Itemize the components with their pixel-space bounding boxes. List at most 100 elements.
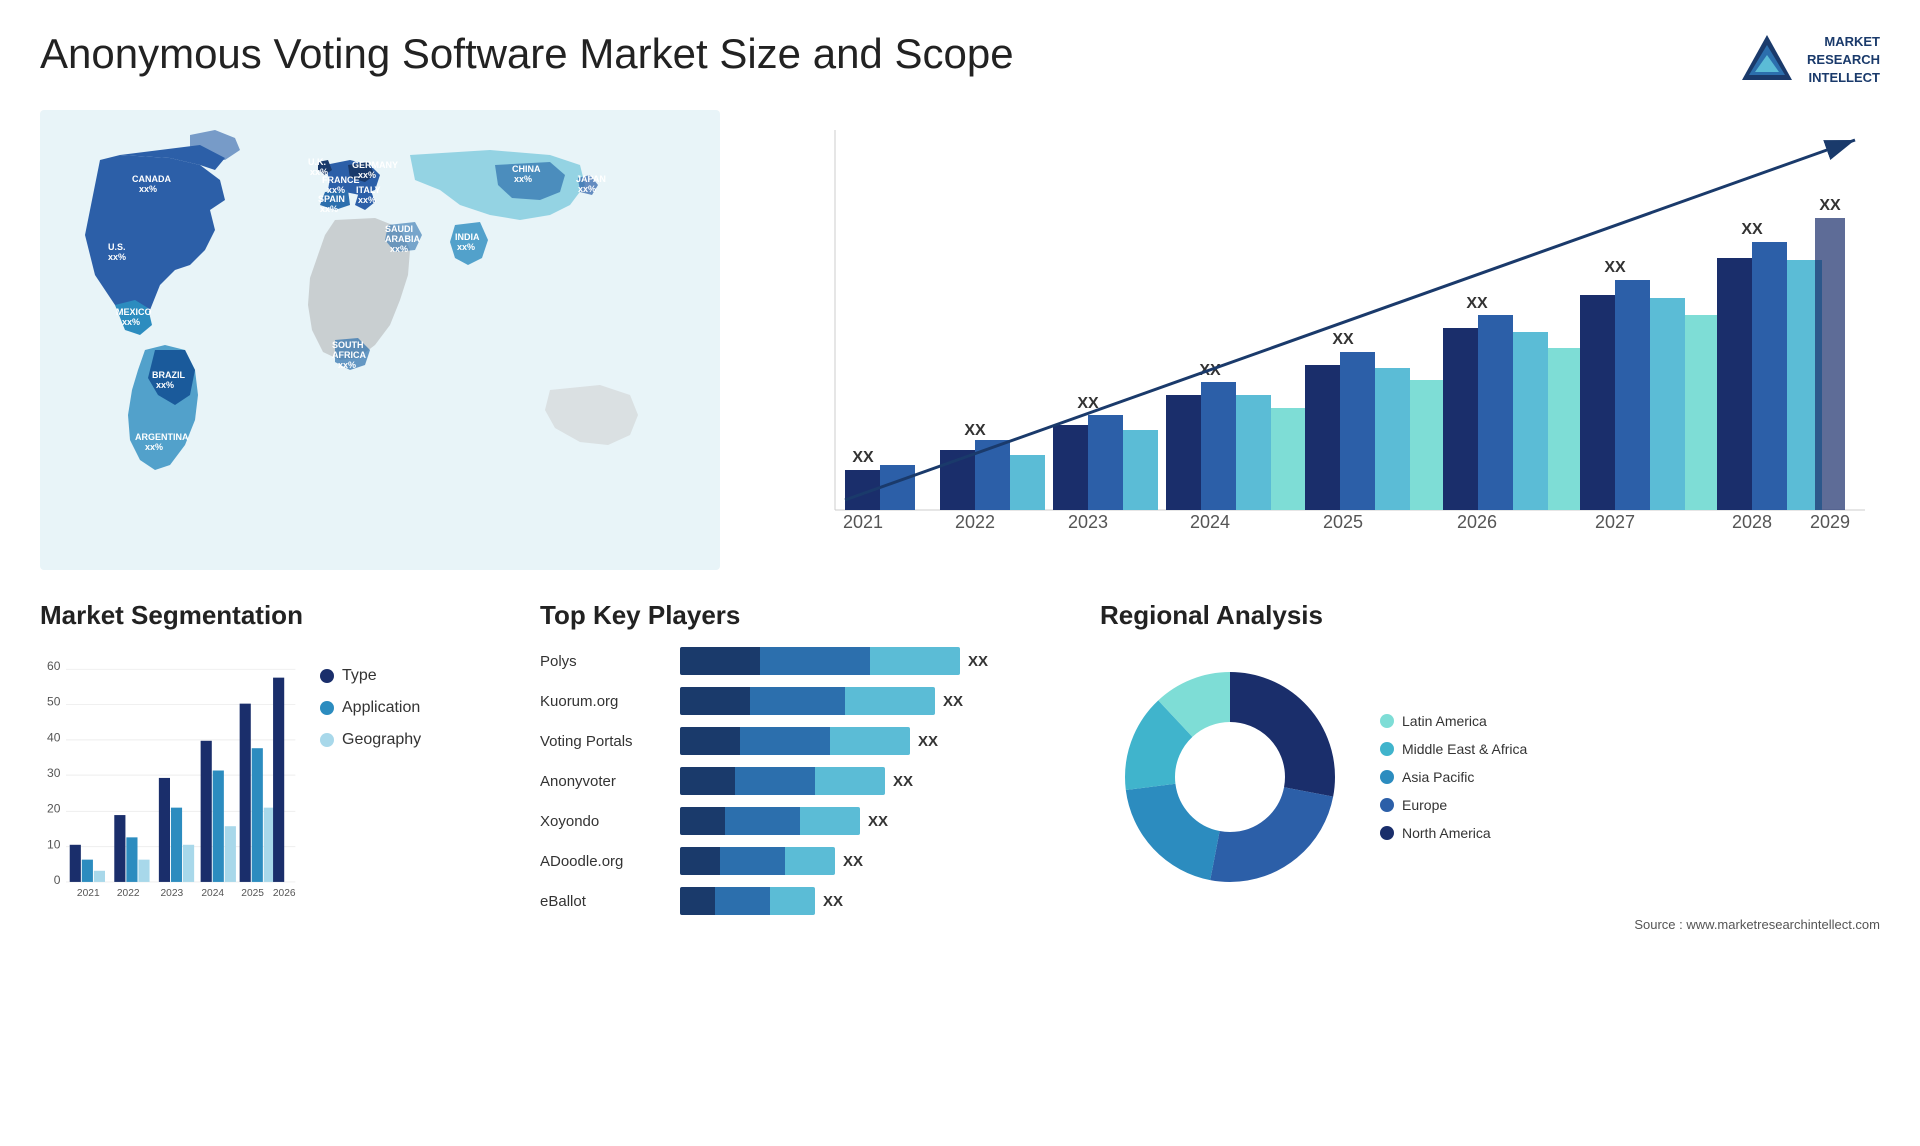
reg-legend-europe: Europe — [1380, 797, 1527, 813]
legend-item-geography: Geography — [320, 731, 421, 749]
reg-legend-north-america: North America — [1380, 825, 1527, 841]
bar-seg2 — [715, 887, 770, 915]
map-label-japan: JAPAN — [576, 174, 606, 184]
bar-seg1 — [680, 887, 715, 915]
player-row-eballot: eBallot XX — [540, 887, 1080, 915]
map-label-brazil-val: xx% — [156, 380, 174, 390]
regional-section: Regional Analysis Latin America — [1100, 600, 1880, 932]
regional-legend: Latin America Middle East & Africa Asia … — [1380, 713, 1527, 841]
svg-text:2025: 2025 — [241, 888, 264, 899]
map-label-italy-val: xx% — [358, 195, 376, 205]
legend-item-application: Application — [320, 699, 421, 717]
svg-text:2021: 2021 — [77, 888, 100, 899]
player-name: Voting Portals — [540, 733, 670, 750]
bar-seg2 — [740, 727, 830, 755]
map-label-southafrica2: AFRICA — [332, 350, 366, 360]
svg-text:2029: 2029 — [1810, 512, 1850, 532]
regional-title: Regional Analysis — [1100, 600, 1880, 631]
player-bar — [680, 807, 860, 835]
bar-seg1 — [680, 807, 725, 835]
player-bar-wrap: XX — [680, 807, 1080, 835]
map-label-germany-val: xx% — [358, 170, 376, 180]
seg-chart-svg: 0 10 20 30 40 50 60 2021 — [40, 647, 300, 907]
bar-chart-svg: 2021 XX 2022 XX 2023 XX 2024 XX — [770, 110, 1880, 570]
player-name: Xoyondo — [540, 813, 670, 830]
map-label-saudi-val: xx% — [390, 244, 408, 254]
bar-seg3 — [800, 807, 860, 835]
player-name: Polys — [540, 653, 670, 670]
legend-dot-application — [320, 701, 334, 715]
player-bar-wrap: XX — [680, 727, 1080, 755]
map-label-spain: SPAIN — [318, 194, 345, 204]
player-bar — [680, 647, 960, 675]
top-section: CANADA xx% U.S. xx% MEXICO xx% BRAZIL xx… — [40, 110, 1880, 570]
logo-area: MARKET RESEARCH INTELLECT — [1737, 30, 1880, 90]
bar-seg1 — [680, 847, 720, 875]
legend-dot-geography — [320, 733, 334, 747]
player-row-anonyvoter: Anonyvoter XX — [540, 767, 1080, 795]
bar-seg2 — [725, 807, 800, 835]
map-label-southafrica: SOUTH — [332, 340, 364, 350]
svg-text:0: 0 — [54, 873, 61, 887]
svg-text:XX: XX — [1819, 197, 1841, 214]
bar-seg1 — [680, 687, 750, 715]
svg-text:50: 50 — [47, 695, 61, 709]
player-bar-wrap: XX — [680, 767, 1080, 795]
map-label-germany: GERMANY — [352, 160, 398, 170]
svg-text:30: 30 — [47, 766, 61, 780]
svg-text:60: 60 — [47, 659, 61, 673]
bar-seg1 — [680, 727, 740, 755]
svg-text:XX: XX — [964, 422, 986, 439]
svg-text:2028: 2028 — [1732, 512, 1772, 532]
map-label-spain-val: xx% — [320, 204, 338, 214]
market-segmentation: Market Segmentation 0 10 20 30 40 50 60 — [40, 600, 520, 932]
map-label-france: FRANCE — [322, 175, 360, 185]
map-label-italy: ITALY — [356, 185, 381, 195]
bar-chart-container: 2021 XX 2022 XX 2023 XX 2024 XX — [740, 110, 1880, 570]
legend-dot-type — [320, 669, 334, 683]
reg-dot-mea — [1380, 742, 1394, 756]
svg-text:2024: 2024 — [1190, 512, 1230, 532]
map-label-china-val: xx% — [514, 174, 532, 184]
map-label-india: INDIA — [455, 232, 480, 242]
player-row-polys: Polys XX — [540, 647, 1080, 675]
market-seg-title: Market Segmentation — [40, 600, 520, 631]
player-bar-wrap: XX — [680, 647, 1080, 675]
player-bar — [680, 727, 910, 755]
svg-text:XX: XX — [852, 449, 874, 466]
map-label-india-val: xx% — [457, 242, 475, 252]
bar-seg1 — [680, 647, 760, 675]
map-label-argentina: ARGENTINA — [135, 432, 189, 442]
svg-text:XX: XX — [1604, 259, 1626, 276]
svg-text:2024: 2024 — [201, 888, 224, 899]
svg-text:2026: 2026 — [273, 888, 296, 899]
bar-seg2 — [760, 647, 870, 675]
map-label-canada-val: xx% — [139, 184, 157, 194]
map-label-canada: CANADA — [132, 174, 171, 184]
map-label-mexico-val: xx% — [122, 317, 140, 327]
players-list: Polys XX Kuorum.org — [540, 647, 1080, 915]
svg-text:2021: 2021 — [843, 512, 883, 532]
player-bar-wrap: XX — [680, 887, 1080, 915]
bar-seg3 — [830, 727, 910, 755]
player-name: Anonyvoter — [540, 773, 670, 790]
reg-legend-latin-america: Latin America — [1380, 713, 1527, 729]
svg-text:2023: 2023 — [161, 888, 184, 899]
svg-text:XX: XX — [1741, 221, 1763, 238]
reg-dot-asia-pacific — [1380, 770, 1394, 784]
player-name: Kuorum.org — [540, 693, 670, 710]
svg-text:XX: XX — [1466, 295, 1488, 312]
reg-dot-north-america — [1380, 826, 1394, 840]
world-map-container: CANADA xx% U.S. xx% MEXICO xx% BRAZIL xx… — [40, 110, 720, 570]
reg-legend-mea: Middle East & Africa — [1380, 741, 1527, 757]
header: Anonymous Voting Software Market Size an… — [40, 30, 1880, 90]
bar-seg3 — [845, 687, 935, 715]
player-row-voting-portals: Voting Portals XX — [540, 727, 1080, 755]
bar-seg1 — [680, 767, 735, 795]
player-bar-wrap: XX — [680, 847, 1080, 875]
svg-text:40: 40 — [47, 731, 61, 745]
player-bar — [680, 767, 885, 795]
svg-text:2026: 2026 — [1457, 512, 1497, 532]
page-title: Anonymous Voting Software Market Size an… — [40, 30, 1014, 78]
bar-seg2 — [750, 687, 845, 715]
